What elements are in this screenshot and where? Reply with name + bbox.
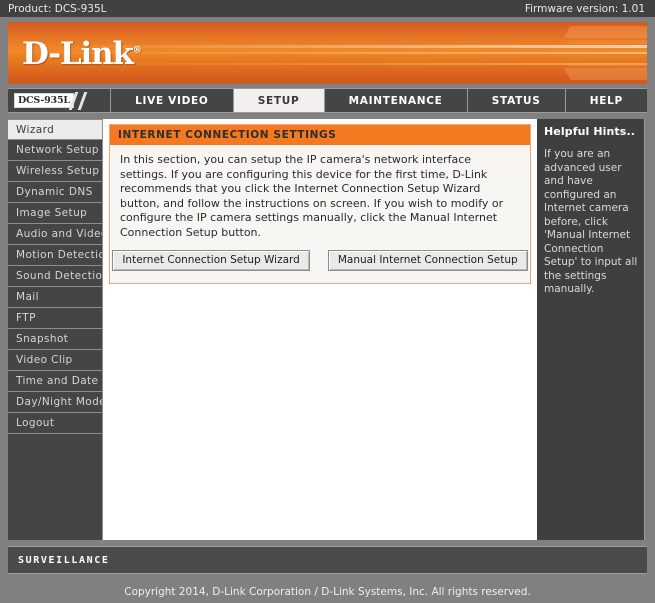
panel-button-row: Internet Connection Setup Wizard Manual … <box>112 250 528 277</box>
page-root: Product: DCS-935L Firmware version: 1.01… <box>0 0 655 603</box>
sidebar-filler <box>8 434 103 554</box>
sidebar-item-image-setup[interactable]: Image Setup <box>8 203 103 224</box>
sidebar-item-mail[interactable]: Mail <box>8 287 103 308</box>
panel-body: In this section, you can setup the IP ca… <box>110 145 530 283</box>
main-navigation: DCS-935L LIVE VIDEO SETUP MAINTENANCE ST… <box>8 88 647 113</box>
slash-decoration-icon <box>68 91 100 111</box>
dlink-logo-text: D-Link <box>22 36 134 72</box>
panel-title: INTERNET CONNECTION SETTINGS <box>110 125 530 145</box>
sidebar: Wizard Network Setup Wireless Setup Dyna… <box>8 119 103 554</box>
tab-maintenance[interactable]: MAINTENANCE <box>325 89 468 112</box>
dlink-logo-trademark: ® <box>132 45 142 56</box>
content-area: INTERNET CONNECTION SETTINGS In this sec… <box>103 119 537 540</box>
tab-live-video[interactable]: LIVE VIDEO <box>111 89 234 112</box>
product-name: Product: DCS-935L <box>8 3 107 15</box>
panel-description: In this section, you can setup the IP ca… <box>120 153 504 239</box>
sidebar-item-day-night-mode[interactable]: Day/Night Mode <box>8 392 103 413</box>
helpful-hints-panel: Helpful Hints.. If you are an advanced u… <box>537 119 645 540</box>
helpful-hints-text: If you are an advanced user and have con… <box>544 148 638 295</box>
surveillance-bar: SURVEILLANCE <box>8 546 647 574</box>
banner-wedge-top <box>563 26 647 38</box>
tab-help[interactable]: HELP <box>566 89 647 112</box>
sidebar-item-wizard[interactable]: Wizard <box>8 119 103 140</box>
tab-setup[interactable]: SETUP <box>233 89 325 112</box>
sidebar-item-sound-detection[interactable]: Sound Detection <box>8 266 103 287</box>
banner-wedge-lower <box>565 63 647 67</box>
sidebar-item-dynamic-dns[interactable]: Dynamic DNS <box>8 182 103 203</box>
tab-status[interactable]: STATUS <box>468 89 566 112</box>
banner-streak-1 <box>87 45 647 48</box>
internet-connection-setup-wizard-button[interactable]: Internet Connection Setup Wizard <box>112 250 310 271</box>
sidebar-item-audio-and-video[interactable]: Audio and Video <box>8 224 103 245</box>
sidebar-item-video-clip[interactable]: Video Clip <box>8 350 103 371</box>
surveillance-label: SURVEILLANCE <box>18 555 110 566</box>
brand-banner: D-Link® <box>8 22 647 84</box>
sidebar-item-motion-detection[interactable]: Motion Detection <box>8 245 103 266</box>
banner-wedge-upper <box>565 40 647 44</box>
dlink-logo: D-Link® <box>22 36 142 72</box>
helpful-hints-title: Helpful Hints.. <box>544 125 635 138</box>
sidebar-item-ftp[interactable]: FTP <box>8 308 103 329</box>
product-info-bar: Product: DCS-935L Firmware version: 1.01 <box>0 0 655 17</box>
model-badge-label: DCS-935L <box>14 93 74 108</box>
internet-connection-settings-panel: INTERNET CONNECTION SETTINGS In this sec… <box>109 124 531 284</box>
manual-internet-connection-setup-button[interactable]: Manual Internet Connection Setup <box>327 250 528 271</box>
copyright-text: Copyright 2014, D-Link Corporation / D-L… <box>124 586 531 598</box>
sidebar-item-time-and-date[interactable]: Time and Date <box>8 371 103 392</box>
firmware-version: Firmware version: 1.01 <box>524 3 645 15</box>
sidebar-item-wireless-setup[interactable]: Wireless Setup <box>8 161 103 182</box>
model-badge: DCS-935L <box>8 89 111 112</box>
sidebar-item-logout[interactable]: Logout <box>8 413 103 434</box>
sidebar-item-network-setup[interactable]: Network Setup <box>8 140 103 161</box>
sidebar-item-snapshot[interactable]: Snapshot <box>8 329 103 350</box>
banner-wedge-bottom <box>563 68 647 80</box>
